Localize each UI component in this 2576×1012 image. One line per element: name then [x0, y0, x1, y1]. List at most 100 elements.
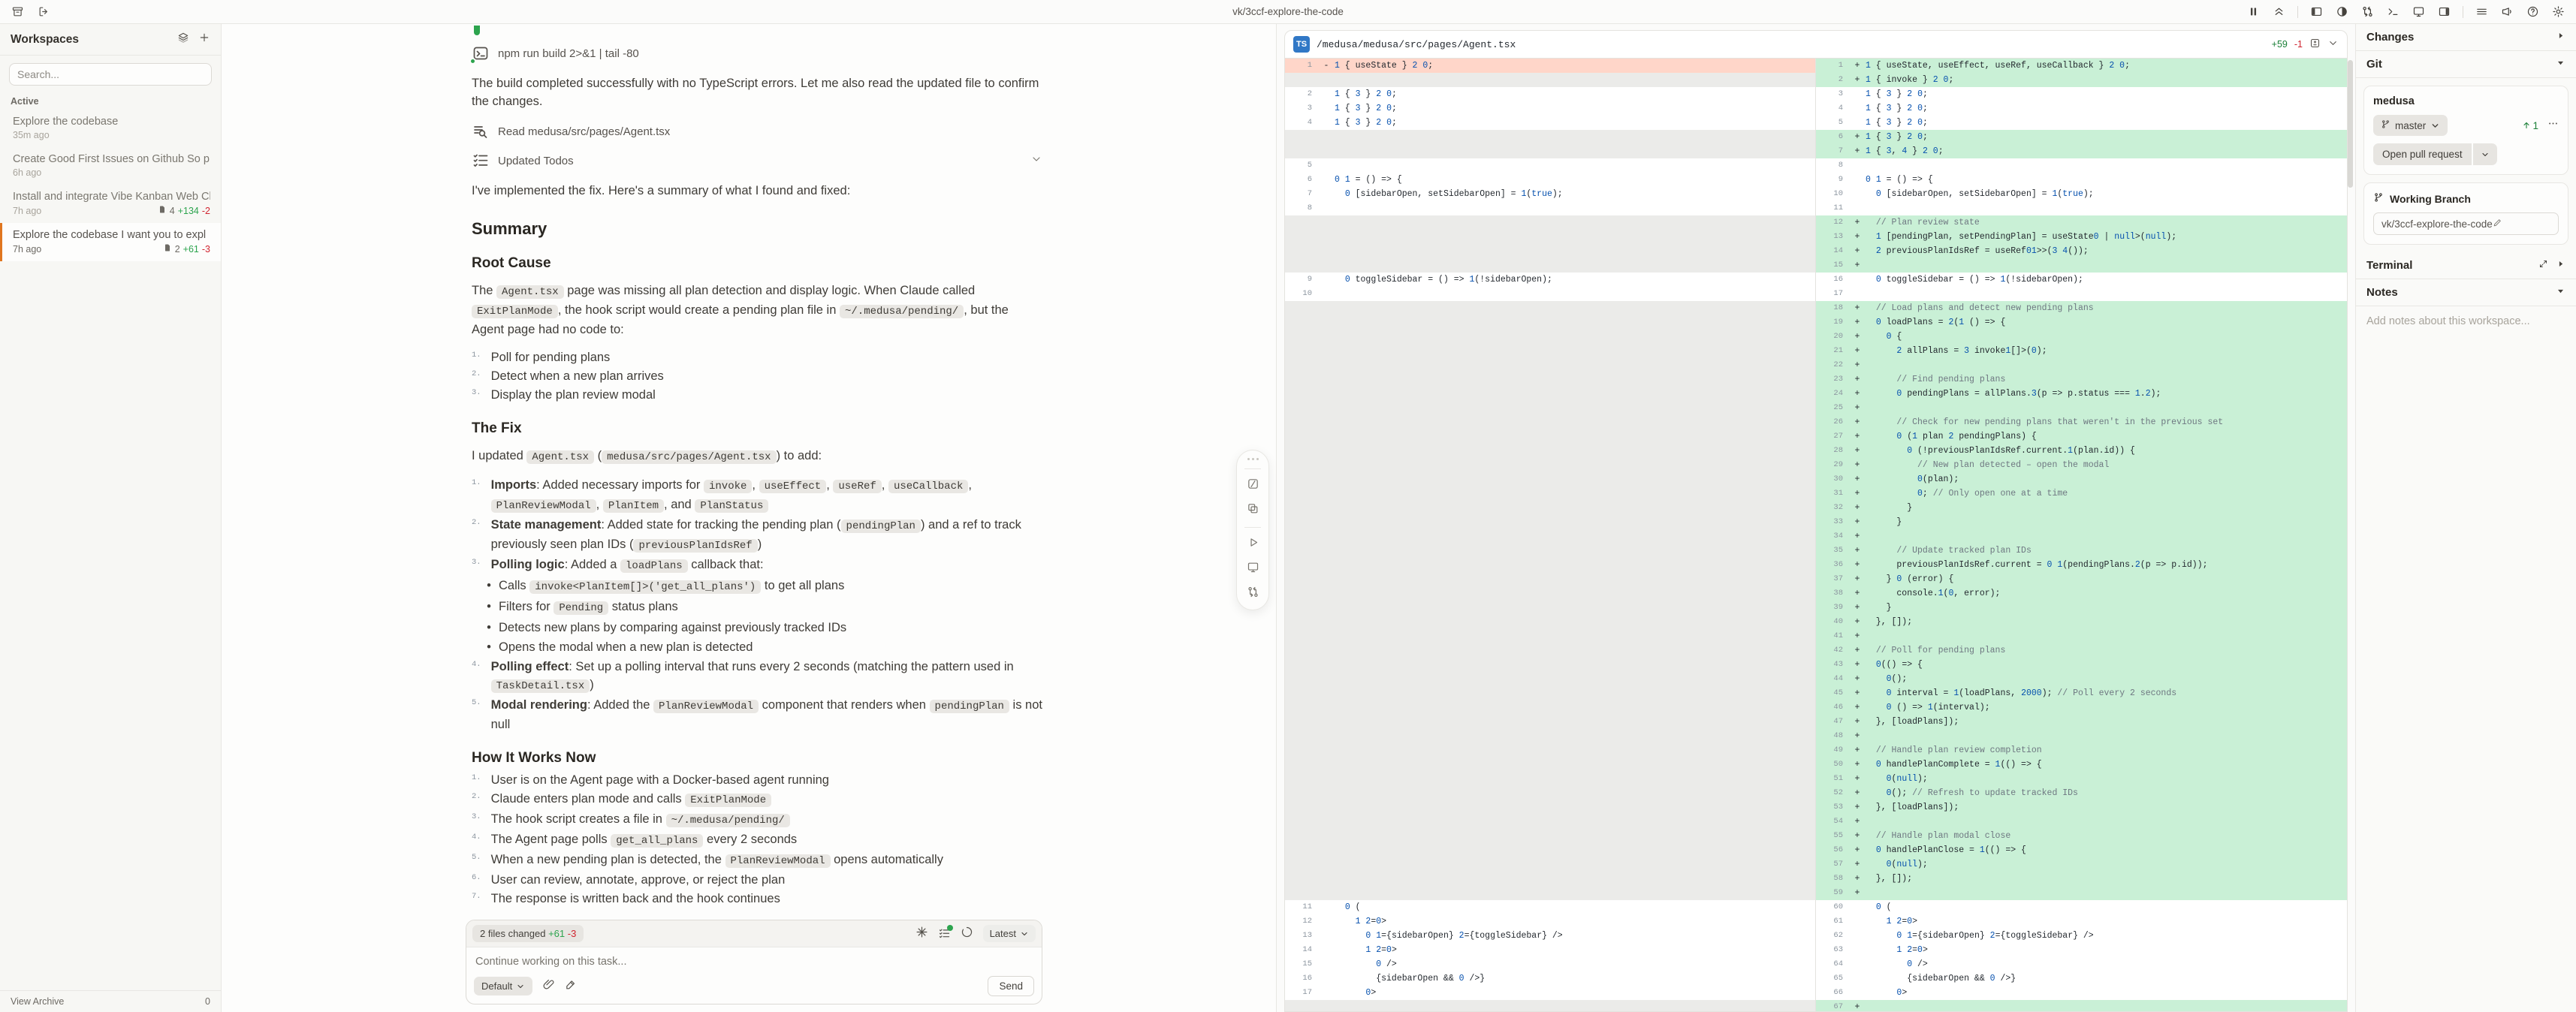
latest-dropdown[interactable]: Latest: [983, 925, 1036, 942]
changes-section-header[interactable]: Changes: [2356, 24, 2576, 51]
diff-row: 67+: [1285, 1000, 2347, 1012]
diff-old-line: [1285, 643, 1816, 658]
diff-row: 9 0 toggleSidebar = () => 1(!sidebarOpen…: [1285, 273, 2347, 287]
diff-row: 21 { 3 } 2 0;31 { 3 } 2 0;: [1285, 87, 2347, 101]
diff-row: 15 0 />64 0 />: [1285, 957, 2347, 971]
caret-right-icon: [2556, 259, 2565, 272]
diff-old-line: [1285, 130, 1816, 144]
workspace-list: Explore the codebase35m agoCreate Good F…: [0, 110, 221, 990]
diff-row: 23+ // Find pending plans: [1285, 372, 2347, 387]
sign-out-icon[interactable]: [37, 5, 51, 19]
archive-icon[interactable]: [11, 5, 25, 19]
diff-split-view[interactable]: 1-1 { useState } 2 0;1+1 { useState, use…: [1285, 58, 2347, 1012]
todos-progress-icon[interactable]: [938, 927, 951, 940]
diff-old-line: [1285, 715, 1816, 729]
attach-button[interactable]: [542, 978, 555, 995]
terminal-section-header[interactable]: Terminal: [2356, 252, 2576, 279]
chat-scroll-area[interactable]: npm run build 2>&1 | tail -80The build c…: [222, 24, 1276, 920]
files-changed-badge[interactable]: 2 files changed +61 -3: [472, 925, 584, 942]
diff-new-line: 65 {sidebarOpen && 0 />}: [1816, 971, 2347, 986]
sidebar-footer[interactable]: View Archive 0: [0, 990, 221, 1012]
workspace-item[interactable]: Explore the codebase I want you to expl7…: [0, 223, 221, 261]
diff-panel: TS /medusa/medusa/src/pages/Agent.tsx +5…: [1277, 24, 2355, 1012]
panel-left-icon[interactable]: [2309, 5, 2324, 19]
git-compare-icon[interactable]: [2360, 5, 2375, 19]
diff-view-icon[interactable]: [2309, 38, 2321, 51]
pause-icon[interactable]: [2246, 5, 2261, 19]
annotate-button[interactable]: [565, 978, 578, 995]
layers-icon[interactable]: [177, 32, 189, 47]
notes-textarea[interactable]: Add notes about this workspace...: [2356, 306, 2576, 336]
edit-branch-icon[interactable]: [2493, 218, 2502, 230]
terminal-prompt-icon[interactable]: [2386, 5, 2400, 19]
theme-icon[interactable]: [2335, 5, 2349, 19]
section-label: Active: [0, 90, 221, 110]
diff-old-line: [1285, 872, 1816, 886]
tool-call-row[interactable]: Read medusa/src/pages/Agent.tsx: [472, 120, 1042, 143]
play-icon[interactable]: [1247, 536, 1259, 553]
open-pr-button[interactable]: Open pull request: [2373, 143, 2472, 165]
caret-right-icon: [2556, 31, 2565, 44]
todos-icon: [472, 152, 490, 170]
settings-icon[interactable]: [2551, 5, 2565, 19]
repo-menu-button[interactable]: [2547, 118, 2559, 133]
mode-label: Default: [481, 980, 512, 992]
menu-icon[interactable]: [2475, 5, 2489, 19]
drag-handle[interactable]: [1247, 458, 1259, 460]
tool-call-row[interactable]: npm run build 2>&1 | tail -80: [472, 42, 1042, 65]
mode-selector[interactable]: Default: [474, 977, 532, 995]
panel-right-icon[interactable]: [2437, 5, 2451, 19]
window-title: vk/3ccf-explore-the-code: [1232, 6, 1344, 17]
workspace-item[interactable]: Install and integrate Vibe Kanban Web Cl…: [0, 185, 221, 223]
pr-dropdown-button[interactable]: [2473, 143, 2497, 165]
diff-row: 31+ 0; // Only open one at a time: [1285, 486, 2347, 501]
megaphone-icon[interactable]: [2500, 5, 2514, 19]
message-input[interactable]: [475, 956, 1033, 968]
diff-row: 46+ 0 () => 1(interval);: [1285, 700, 2347, 715]
collapse-file-chevron[interactable]: [2327, 38, 2339, 51]
view-archive-link[interactable]: View Archive: [11, 996, 64, 1007]
search-input[interactable]: [9, 63, 212, 86]
notes-section-header[interactable]: Notes: [2356, 279, 2576, 306]
diff-new-line: 22+: [1816, 358, 2347, 372]
diff-row: 12+ // Plan review state: [1285, 215, 2347, 230]
diff-new-line: 28+ 0 (!previousPlanIdsRef.current.1(pla…: [1816, 444, 2347, 458]
diff-slash-icon[interactable]: [1247, 477, 1259, 494]
collapse-all-icon[interactable]: [2272, 5, 2286, 19]
workspace-item[interactable]: Explore the codebase35m ago: [0, 110, 221, 147]
copy-icon[interactable]: [1247, 502, 1259, 519]
workspace-timestamp: 7h ago: [13, 206, 41, 216]
help-icon[interactable]: [2526, 5, 2540, 19]
diff-old-line: 8: [1285, 201, 1816, 215]
workspace-item[interactable]: Create Good First Issues on Github So p6…: [0, 147, 221, 185]
plus-icon[interactable]: [198, 32, 210, 47]
expand-icon[interactable]: [2538, 259, 2548, 272]
diff-new-line: 50+ 0 handlePlanComplete = 1(() => {: [1816, 757, 2347, 772]
monitor-icon[interactable]: [2412, 5, 2426, 19]
git-compare-icon[interactable]: [1247, 586, 1259, 602]
scrollbar-thumb[interactable]: [2348, 60, 2353, 188]
send-button[interactable]: Send: [988, 976, 1034, 996]
diff-new-line: 44+ 0();: [1816, 672, 2347, 686]
diff-row: 53+ }, [loadPlans]);: [1285, 800, 2347, 815]
diff-row: 41 { 3 } 2 0;51 { 3 } 2 0;: [1285, 116, 2347, 130]
tool-call-row[interactable]: Updated Todos: [472, 149, 1042, 172]
expand-icon: [2538, 259, 2548, 272]
changes-label: Changes: [2366, 31, 2414, 44]
diff-file-header[interactable]: TS /medusa/medusa/src/pages/Agent.tsx +5…: [1285, 31, 2347, 58]
working-branch-field[interactable]: vk/3ccf-explore-the-code: [2373, 212, 2559, 235]
diff-row: 45+ 0 interval = 1(loadPlans, 2000); // …: [1285, 686, 2347, 700]
monitor-icon[interactable]: [1247, 561, 1259, 577]
caret-down-icon: [2556, 58, 2565, 71]
diff-new-line: 12+ // Plan review state: [1816, 215, 2347, 230]
chevron-down-icon[interactable]: [1030, 153, 1042, 169]
git-section-header[interactable]: Git: [2356, 51, 2576, 78]
branch-selector[interactable]: master: [2373, 115, 2448, 136]
diff-old-line: [1285, 658, 1816, 672]
diff-new-line: 64 0 />: [1816, 957, 2347, 971]
diff-new-line: 16 0 toggleSidebar = () => 1(!sidebarOpe…: [1816, 273, 2347, 287]
spinner-icon[interactable]: [961, 926, 973, 942]
spark-icon[interactable]: [915, 926, 928, 942]
diff-row: 21+ 2 allPlans = 3 invoke1[]>(0);: [1285, 344, 2347, 358]
diff-row: 7 0 [sidebarOpen, setSidebarOpen] = 1(tr…: [1285, 187, 2347, 201]
